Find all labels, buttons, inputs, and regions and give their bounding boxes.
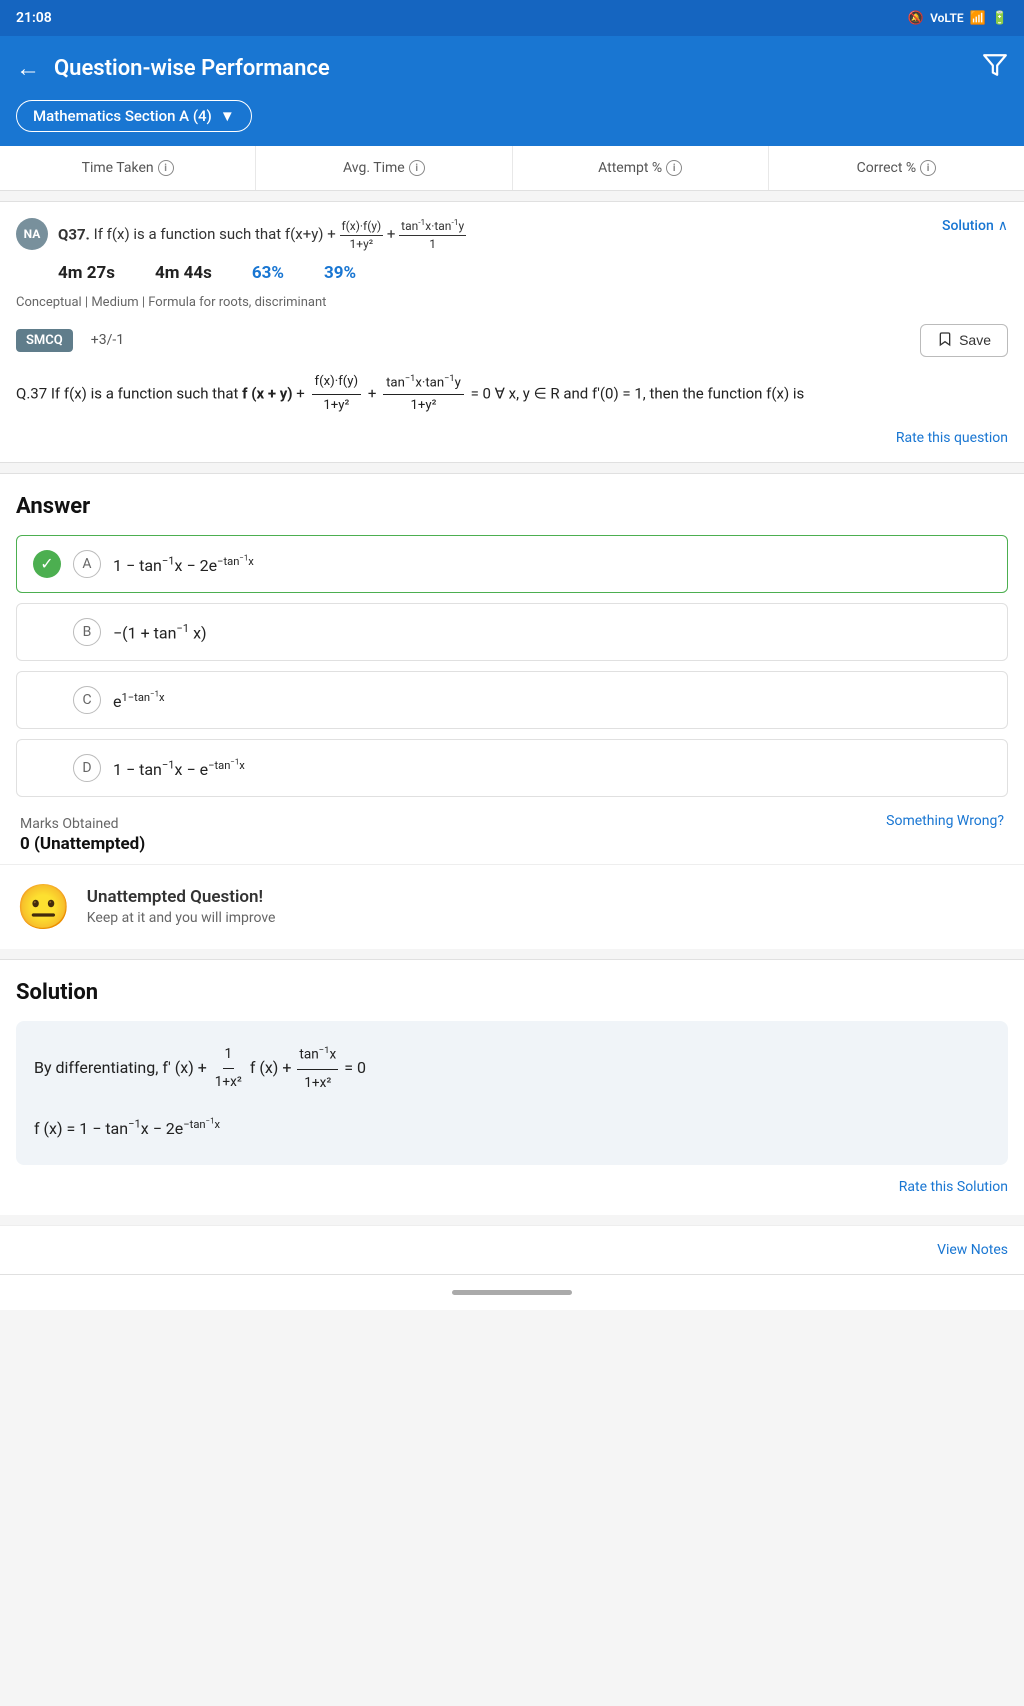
option-b-row[interactable]: B −(1 + tan−1 x) (16, 603, 1008, 661)
q-stat-attempt-pct: 63% (252, 263, 284, 283)
save-button[interactable]: Save (920, 324, 1008, 357)
unattempted-text-area: Unattempted Question! Keep at it and you… (87, 887, 276, 926)
status-bar: 21:08 🔕 VoLTE 📶 🔋 (0, 0, 1024, 36)
math-question-body: Q.37 If f(x) is a function such that f (… (16, 371, 1008, 418)
smcq-badge: SMCQ (16, 329, 73, 352)
info-icon-attempt[interactable]: i (666, 160, 682, 176)
stat-avg-time: Avg. Time i (256, 146, 512, 190)
avatar: NA (16, 218, 48, 250)
option-c-circle: C (73, 686, 101, 714)
rate-question-link[interactable]: Rate this question (16, 430, 1008, 446)
chevron-down-icon: ▼ (220, 107, 235, 125)
network-icon: VoLTE (930, 11, 964, 25)
option-a-circle: A (73, 550, 101, 578)
chevron-up-icon: ∧ (998, 218, 1008, 234)
back-button[interactable]: ← (16, 54, 40, 83)
home-indicator (452, 1290, 572, 1295)
solution-line-2: f (x) = 1 − tan−1x − 2e−tan−1x (34, 1113, 990, 1145)
q-stat-correct-pct: 39% (324, 263, 356, 283)
marks-info: +3/-1 (91, 332, 124, 348)
section-selector[interactable]: Mathematics Section A (4) ▼ (16, 100, 252, 132)
page-title: Question-wise Performance (54, 56, 330, 81)
info-icon-time[interactable]: i (158, 160, 174, 176)
question-number: Q37. (58, 225, 90, 243)
section-label: Mathematics Section A (4) (33, 107, 212, 125)
solution-line-1: By differentiating, f′ (x) + 1 1+x² f (x… (34, 1041, 990, 1097)
option-d-circle: D (73, 754, 101, 782)
solution-title: Solution (16, 980, 1008, 1005)
question-header: NA Q37. If f(x) is a function such that … (16, 218, 1008, 253)
answer-section: Answer ✓ A 1 − tan−1x − 2e−tan−1x B −(1 … (0, 473, 1024, 864)
badge-row: SMCQ +3/-1 Save (16, 324, 1008, 357)
q-stat-avg-time: 4m 44s (155, 263, 212, 283)
option-a-text: 1 − tan−1x − 2e−tan−1x (113, 553, 254, 575)
header-left: ← Question-wise Performance (16, 54, 330, 83)
unattempted-emoji: 😐 (16, 885, 71, 929)
answer-title: Answer (16, 494, 1008, 519)
status-icons: 🔕 VoLTE 📶 🔋 (908, 11, 1008, 26)
header: ← Question-wise Performance (0, 36, 1024, 100)
solution-box: By differentiating, f′ (x) + 1 1+x² f (x… (16, 1021, 1008, 1165)
view-notes-link[interactable]: View Notes (0, 1225, 1024, 1274)
question-tags: Conceptual | Medium | Formula for roots,… (16, 295, 1008, 310)
stat-attempt-pct: Attempt % i (513, 146, 769, 190)
question-short-text: If f(x) is a function such that f(x+y) +… (94, 225, 467, 243)
marks-row: Marks Obtained 0 (Unattempted) Something… (16, 813, 1008, 854)
question-text: Q.37 If f(x) is a function such that f (… (16, 371, 1008, 418)
signal-icon: 📶 (970, 11, 986, 26)
bookmark-icon (937, 331, 953, 350)
question-title-area: Q37. If f(x) is a function such that f(x… (58, 218, 466, 253)
option-c-row[interactable]: C e1−tan−1x (16, 671, 1008, 729)
option-b-circle: B (73, 618, 101, 646)
question-stats: 4m 27s 4m 44s 63% 39% (58, 263, 1008, 283)
bottom-bar (0, 1274, 1024, 1310)
info-icon-correct[interactable]: i (920, 160, 936, 176)
stats-row: Time Taken i Avg. Time i Attempt % i Cor… (0, 146, 1024, 191)
solution-link[interactable]: Solution ∧ (942, 218, 1008, 234)
solution-section: Solution By differentiating, f′ (x) + 1 … (0, 959, 1024, 1215)
option-d-text: 1 − tan−1x − e−tan−1x (113, 757, 245, 779)
something-wrong-link[interactable]: Something Wrong? (886, 813, 1004, 829)
question-card: NA Q37. If f(x) is a function such that … (0, 201, 1024, 463)
filter-icon[interactable] (982, 52, 1008, 84)
mute-icon: 🔕 (908, 11, 924, 26)
status-time: 21:08 (16, 10, 52, 26)
option-d-row[interactable]: D 1 − tan−1x − e−tan−1x (16, 739, 1008, 797)
info-icon-avg[interactable]: i (409, 160, 425, 176)
option-b-text: −(1 + tan−1 x) (113, 622, 207, 642)
marks-obtained-area: Marks Obtained 0 (Unattempted) (20, 813, 145, 854)
option-a-row[interactable]: ✓ A 1 − tan−1x − 2e−tan−1x (16, 535, 1008, 593)
question-title-line: Q37. If f(x) is a function such that f(x… (58, 218, 466, 253)
section-bar: Mathematics Section A (4) ▼ (0, 100, 1024, 146)
unattempted-box: 😐 Unattempted Question! Keep at it and y… (0, 864, 1024, 949)
correct-check-icon: ✓ (33, 550, 61, 578)
option-c-text: e1−tan−1x (113, 689, 165, 711)
rate-solution-link[interactable]: Rate this Solution (16, 1179, 1008, 1195)
q-stat-time-taken: 4m 27s (58, 263, 115, 283)
stat-correct-pct: Correct % i (769, 146, 1024, 190)
solution-math: By differentiating, f′ (x) + 1 1+x² f (x… (34, 1041, 990, 1145)
stat-time-taken: Time Taken i (0, 146, 256, 190)
question-header-left: NA Q37. If f(x) is a function such that … (16, 218, 466, 253)
battery-icon: 🔋 (992, 11, 1008, 26)
